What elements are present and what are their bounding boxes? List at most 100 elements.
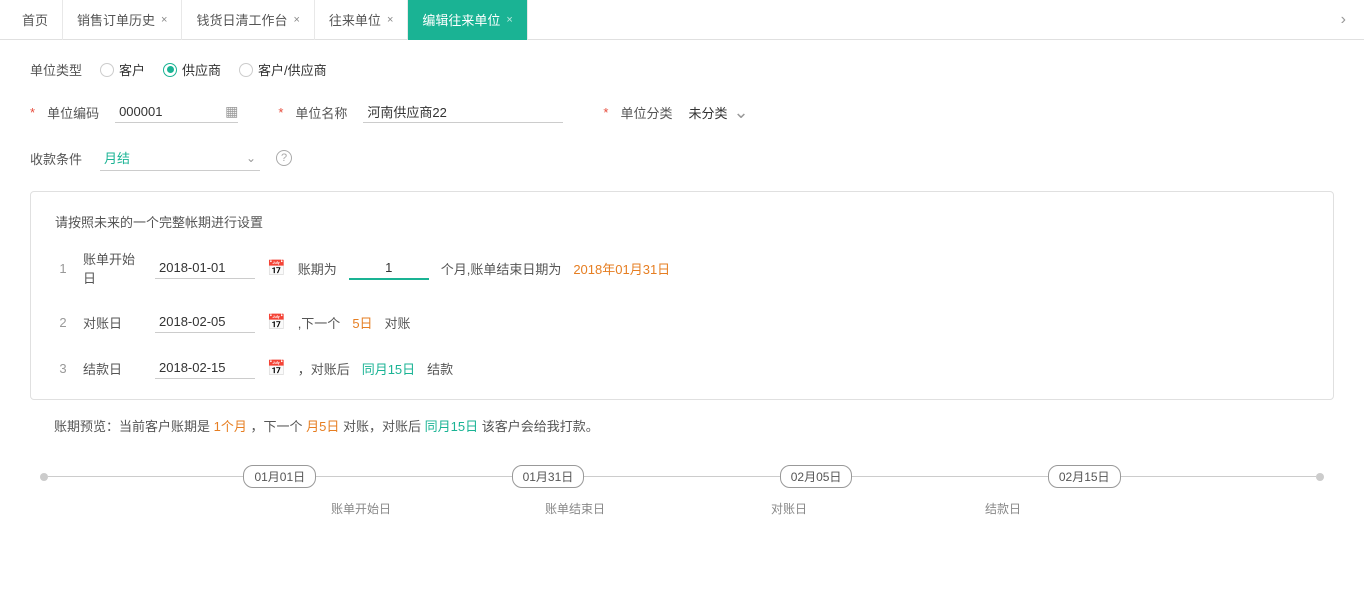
unit-fields-row: * 单位编码 ▦ * 单位名称 * 单位分类 未分类 ⌄ <box>30 101 1334 123</box>
tab-partner[interactable]: 往来单位 × <box>315 0 408 40</box>
period-date-3[interactable] <box>155 357 255 379</box>
tab-edit-partner[interactable]: 编辑往来单位 × <box>408 0 527 40</box>
unit-name-label: 单位名称 <box>295 103 347 122</box>
period-suffix-1: 账期为 <box>298 259 337 278</box>
period-months-input[interactable] <box>349 257 429 280</box>
preview-reconcile-day: 月5日 <box>306 419 339 434</box>
unit-code-field: * 单位编码 ▦ <box>30 101 238 123</box>
radio-customer[interactable]: 客户 <box>100 60 145 79</box>
required-star-category: * <box>603 105 608 120</box>
content-area: 单位类型 客户 供应商 客户/供应商 * 单位编码 ▦ <box>0 40 1364 608</box>
unit-category-label: 单位分类 <box>620 103 672 122</box>
unit-type-label: 单位类型 <box>30 60 82 79</box>
period-num-2: 2 <box>55 315 71 330</box>
period-box-title: 请按照未来的一个完整帐期进行设置 <box>55 212 1309 231</box>
preview-mid: ，下一个 <box>251 419 303 434</box>
radio-both[interactable]: 客户/供应商 <box>239 60 327 79</box>
unit-code-label: 单位编码 <box>47 103 99 122</box>
timeline-pill-4: 02月15日 <box>1048 465 1121 488</box>
timeline-node-4: 02月15日 <box>1048 465 1121 488</box>
radio-customer-label: 客户 <box>119 60 145 79</box>
period-row3-suffix: 结款 <box>427 359 453 378</box>
radio-customer-circle <box>100 63 114 77</box>
timeline-node-3: 02月05日 <box>780 465 853 488</box>
timeline-start-dot <box>40 473 48 481</box>
radio-both-circle <box>239 63 253 77</box>
period-row-2: 2 对账日 📅 ,下一个 5日 对账 <box>55 311 1309 333</box>
unit-category-value: 未分类 <box>688 103 727 122</box>
timeline-track: 01月01日 01月31日 02月05日 02月15日 <box>40 465 1324 488</box>
period-row2-suffix: 对账 <box>385 313 411 332</box>
timeline-segment-5 <box>1121 476 1316 478</box>
calendar-icon-3[interactable]: 📅 <box>267 359 286 377</box>
chevron-down-icon: ⌄ <box>733 102 748 123</box>
period-num-1: 1 <box>55 261 71 276</box>
payment-terms-select[interactable]: 月结 ⌄ <box>100 145 260 171</box>
timeline-pill-2: 01月31日 <box>512 465 585 488</box>
period-end-date: 2018年01月31日 <box>573 259 670 278</box>
timeline-node-1: 01月01日 <box>243 465 316 488</box>
unit-type-row: 单位类型 客户 供应商 客户/供应商 <box>30 60 1334 79</box>
period-label-1: 账单开始日 <box>83 249 143 287</box>
timeline-label-4: 结款日 <box>985 500 1021 517</box>
payment-terms-label: 收款条件 <box>30 149 82 168</box>
timeline-pill-3: 02月05日 <box>780 465 853 488</box>
period-label-2: 对账日 <box>83 313 143 332</box>
unit-name-input[interactable] <box>363 101 563 123</box>
unit-code-input[interactable] <box>115 101 225 122</box>
period-date-1[interactable] <box>155 257 255 279</box>
timeline-label-2: 账单结束日 <box>545 500 605 517</box>
preview-suffix: 该客户会给我打款。 <box>482 419 599 434</box>
tab-cash-clearing[interactable]: 钱货日清工作台 × <box>182 0 314 40</box>
period-row-3: 3 结款日 📅 ，对账后 同月15日 结款 <box>55 357 1309 379</box>
period-label-3: 结款日 <box>83 359 143 378</box>
timeline-segment-1 <box>48 476 243 478</box>
preview-text: 账期预览：当前客户账期是 1个月 ，下一个 月5日 对账，对账后 同月15日 该… <box>30 416 1334 435</box>
tab-sales-history-label: 销售订单历史 <box>77 10 155 29</box>
period-row2-highlight: 5日 <box>352 313 372 332</box>
tab-sales-history-close[interactable]: × <box>161 14 167 26</box>
timeline-segment-2 <box>316 476 511 478</box>
calendar-icon-1[interactable]: 📅 <box>267 259 286 277</box>
timeline-wrapper: 01月01日 01月31日 02月05日 02月15日 <box>30 455 1334 517</box>
copy-icon[interactable]: ▦ <box>225 103 238 120</box>
unit-category-field: * 单位分类 未分类 ⌄ <box>603 102 748 123</box>
period-num-3: 3 <box>55 361 71 376</box>
timeline-segment-4 <box>852 476 1047 478</box>
timeline-end-dot <box>1316 473 1324 481</box>
tab-sales-history[interactable]: 销售订单历史 × <box>63 0 182 40</box>
tabs-expand-button[interactable]: › <box>1331 11 1356 29</box>
timeline-label-1: 账单开始日 <box>331 500 391 517</box>
payment-terms-row: 收款条件 月结 ⌄ ? <box>30 145 1334 171</box>
tabs-bar: 首页 销售订单历史 × 钱货日清工作台 × 往来单位 × 编辑往来单位 × › <box>0 0 1364 40</box>
unit-code-input-wrapper: ▦ <box>115 101 238 123</box>
preview-payment-day: 同月15日 <box>425 419 478 434</box>
calendar-icon-2[interactable]: 📅 <box>267 313 286 331</box>
preview-period: 1个月 <box>214 419 247 434</box>
period-row2-prefix: ,下一个 <box>298 313 341 332</box>
tab-partner-close[interactable]: × <box>387 14 393 26</box>
radio-both-label: 客户/供应商 <box>258 60 327 79</box>
period-date-2[interactable] <box>155 311 255 333</box>
radio-supplier[interactable]: 供应商 <box>163 60 221 79</box>
radio-group: 客户 供应商 客户/供应商 <box>100 60 327 79</box>
tab-edit-partner-label: 编辑往来单位 <box>422 10 500 29</box>
tab-partner-label: 往来单位 <box>329 10 381 29</box>
preview-reconcile-action: 对账，对账后 <box>343 419 421 434</box>
timeline-node-2: 01月31日 <box>512 465 585 488</box>
timeline-label-3: 对账日 <box>771 500 807 517</box>
radio-supplier-label: 供应商 <box>182 60 221 79</box>
period-months-suffix: 个月,账单结束日期为 <box>441 259 562 278</box>
payment-terms-value: 月结 <box>104 148 246 167</box>
help-icon[interactable]: ? <box>276 150 292 166</box>
timeline-segment-3 <box>584 476 779 478</box>
dropdown-chevron-icon: ⌄ <box>246 151 256 165</box>
tab-cash-clearing-close[interactable]: × <box>293 14 299 26</box>
unit-category-select[interactable]: 未分类 ⌄ <box>688 102 748 123</box>
tab-cash-clearing-label: 钱货日清工作台 <box>196 10 287 29</box>
period-row3-prefix: ，对账后 <box>298 359 350 378</box>
radio-supplier-circle <box>163 63 177 77</box>
timeline-labels: 账单开始日 账单结束日 对账日 结款日 <box>40 494 1324 517</box>
tab-edit-partner-close[interactable]: × <box>506 14 512 26</box>
tab-home[interactable]: 首页 <box>8 0 63 40</box>
